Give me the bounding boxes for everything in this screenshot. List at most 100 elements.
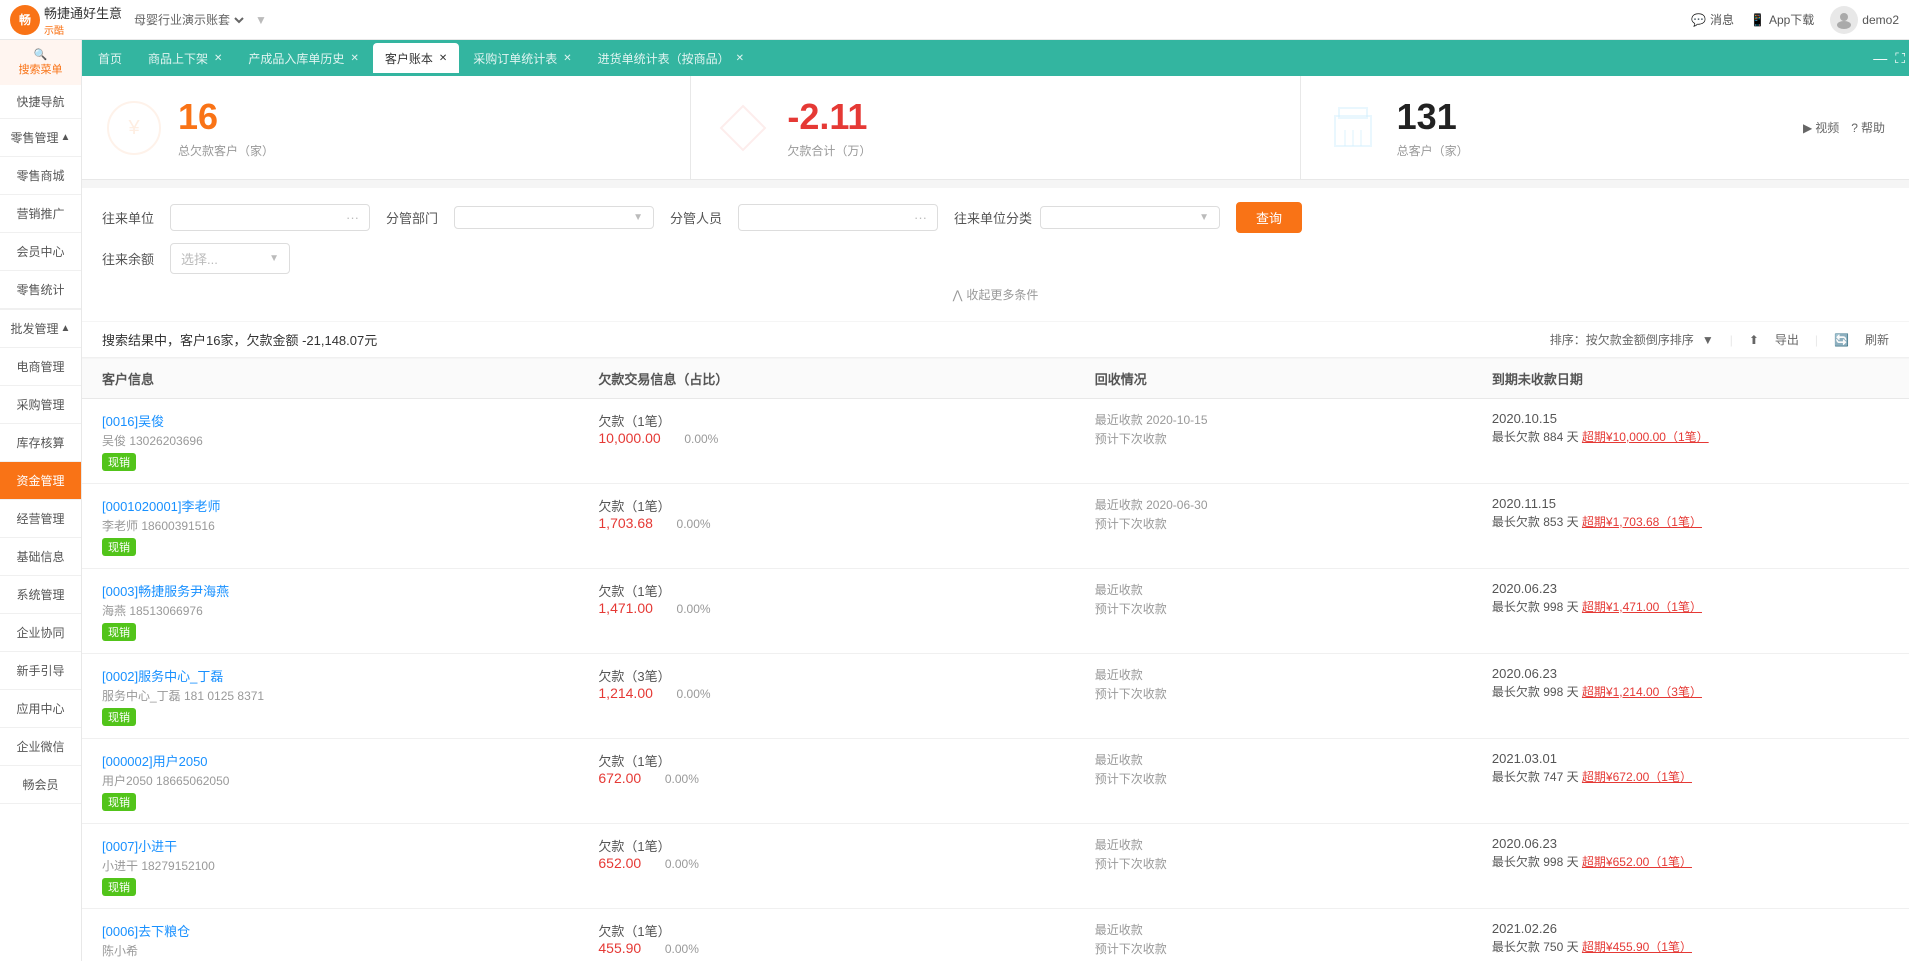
due-date: 2020.06.23 — [1492, 581, 1889, 596]
sidebar-item-inventory[interactable]: 库存核算 — [0, 424, 81, 462]
export-label[interactable]: 导出 — [1775, 331, 1799, 348]
recover-cell: 最近收款 预计下次收款 — [1095, 921, 1492, 957]
customer-name-link[interactable]: [0007]小进干 — [102, 839, 177, 854]
stats-bar: ¥ 16 总欠款客户（家） -2.11 欠款合计（万） — [82, 76, 1909, 180]
quicknav-label[interactable]: 快捷导航 — [0, 85, 81, 118]
filter-balance-label: 往来余额 — [102, 249, 162, 268]
overdue-link[interactable]: 超期¥10,000.00（1笔） — [1582, 430, 1709, 444]
overdue-link[interactable]: 超期¥1,703.68（1笔） — [1582, 515, 1702, 529]
sidebar-item-retail-mall[interactable]: 零售商城 — [0, 157, 81, 195]
sidebar-item-basic-info[interactable]: 基础信息 — [0, 538, 81, 576]
overdue-link[interactable]: 超期¥455.90（1笔） — [1582, 940, 1692, 954]
tab-inbound-close[interactable]: ✕ — [736, 53, 744, 64]
tab-home[interactable]: 首页 — [86, 43, 134, 73]
batch-arrow: ▲ — [61, 323, 71, 334]
user-area[interactable]: demo2 — [1830, 6, 1899, 34]
customer-tag: 现销 — [102, 453, 136, 471]
table-row: [0016]吴俊 吴俊 13026203696 现销 欠款（1笔） 10,000… — [82, 399, 1909, 484]
debt-cell: 欠款（1笔） 1,703.68 0.00% — [598, 496, 1094, 531]
table-wrap: 客户信息 欠款交易信息（占比） 回收情况 到期未收款日期 [0016]吴俊 吴俊… — [82, 359, 1909, 961]
date-cell: 2020.06.23 最长欠款 998 天 超期¥1,214.00（3笔） — [1492, 666, 1889, 700]
app-label: App下载 — [1769, 11, 1814, 28]
filter-row-2: 往来余额 选择... ▼ — [102, 243, 1889, 274]
overdue-link[interactable]: 超期¥672.00（1笔） — [1582, 770, 1692, 784]
debt-amount-row: 455.90 0.00% — [598, 940, 1094, 956]
tab-produced[interactable]: 产成品入库单历史 ✕ — [236, 43, 370, 73]
tab-inbound-stat[interactable]: 进货单统计表（按商品） ✕ — [586, 43, 756, 73]
stat-card-actions: ▶ 视频 ? 帮助 — [1803, 119, 1885, 136]
sidebar-item-marketing[interactable]: 营销推广 — [0, 195, 81, 233]
customer-cell: [000002]用户2050 用户2050 18665062050 现销 — [102, 751, 598, 811]
sidebar-item-retail-mgmt[interactable]: 零售管理 ▲ — [0, 119, 81, 157]
filter-vendor-input[interactable]: ··· — [170, 204, 370, 231]
due-date: 2020.10.15 — [1492, 411, 1889, 426]
sidebar-item-wechat[interactable]: 企业微信 — [0, 728, 81, 766]
tab-customer-account[interactable]: 客户账本 ✕ — [373, 43, 459, 73]
filter-balance-select[interactable]: 选择... ▼ — [170, 243, 290, 274]
store-expand-icon[interactable]: ▼ — [255, 13, 267, 27]
overdue-link[interactable]: 超期¥1,214.00（3笔） — [1582, 685, 1702, 699]
tab-produced-close[interactable]: ✕ — [350, 53, 358, 64]
store-select[interactable]: 母婴行业演示账套 — [130, 12, 247, 28]
sort-select[interactable]: 排序：按欠款金额倒序排序 ▼ — [1550, 331, 1714, 348]
overdue-link[interactable]: 超期¥1,471.00（1笔） — [1582, 600, 1702, 614]
sidebar-item-corp-collab[interactable]: 企业协同 — [0, 614, 81, 652]
help-btn[interactable]: ? 帮助 — [1851, 119, 1885, 136]
sidebar-item-retail-stat[interactable]: 零售统计 — [0, 271, 81, 309]
recover-date: 最近收款 2020-06-30 — [1095, 496, 1492, 513]
debt-percent: 0.00% — [665, 857, 699, 871]
sidebar-item-batch-mgmt[interactable]: 批发管理 ▲ — [0, 310, 81, 348]
customer-name-link[interactable]: [0016]吴俊 — [102, 414, 164, 429]
sidebar-item-member[interactable]: 会员中心 — [0, 233, 81, 271]
divider-1: | — [1730, 333, 1733, 347]
video-btn[interactable]: ▶ 视频 — [1803, 119, 1839, 136]
tab-purchase-close[interactable]: ✕ — [563, 53, 571, 64]
tab-minimize-icon[interactable]: — — [1873, 50, 1887, 66]
sidebar-item-system[interactable]: 系统管理 — [0, 576, 81, 614]
search-icon: 🔍 — [34, 49, 48, 61]
filter-person-dots: ··· — [914, 210, 927, 225]
debt-percent: 0.00% — [677, 517, 711, 531]
sidebar-item-operations[interactable]: 经营管理 — [0, 500, 81, 538]
filter-vendor-class-select[interactable]: ▼ — [1040, 206, 1220, 229]
filter-area: 往来单位 ··· 分管部门 ▼ — [82, 188, 1909, 321]
logo-text: 畅捷通好生意 — [44, 3, 122, 22]
top-bar: 畅 畅捷通好生意 示酷 母婴行业演示账套 ▼ 💬 消息 📱 App下载 demo… — [0, 0, 1909, 40]
tab-maximize-icon[interactable]: ⛶ — [1895, 50, 1905, 67]
stat-number-amount: -2.11 — [787, 96, 871, 138]
date-cell: 2020.11.15 最长欠款 853 天 超期¥1,703.68（1笔） — [1492, 496, 1889, 530]
recover-cell: 最近收款 2020-10-15 预计下次收款 — [1095, 411, 1492, 447]
customer-name-link[interactable]: [0003]畅捷服务尹海燕 — [102, 584, 229, 599]
tab-products-close[interactable]: ✕ — [214, 53, 222, 64]
customer-name-link[interactable]: [0006]去下粮仓 — [102, 924, 190, 939]
customer-name-link[interactable]: [0001020001]李老师 — [102, 499, 221, 514]
refresh-label[interactable]: 刷新 — [1865, 331, 1889, 348]
overdue-link[interactable]: 超期¥652.00（1笔） — [1582, 855, 1692, 869]
message-btn[interactable]: 💬 消息 — [1691, 11, 1734, 28]
app-download-btn[interactable]: 📱 App下载 — [1750, 11, 1814, 28]
help-icon: ? — [1851, 121, 1858, 135]
sidebar-item-newbie[interactable]: 新手引导 — [0, 652, 81, 690]
tab-products[interactable]: 商品上下架 ✕ — [136, 43, 234, 73]
sidebar-item-app-center[interactable]: 应用中心 — [0, 690, 81, 728]
result-actions: 排序：按欠款金额倒序排序 ▼ | ⬆ 导出 | 🔄 刷新 — [1550, 331, 1889, 348]
customer-contact: 吴俊 13026203696 — [102, 432, 598, 449]
search-menu-btn[interactable]: 🔍 搜索菜单 — [0, 40, 81, 85]
customer-name-link[interactable]: [0002]服务中心_丁磊 — [102, 669, 223, 684]
sidebar-item-ecommerce[interactable]: 电商管理 — [0, 348, 81, 386]
top-bar-right: 💬 消息 📱 App下载 demo2 — [1691, 6, 1899, 34]
filter-person-input[interactable]: ··· — [738, 204, 938, 231]
export-icon: ⬆ — [1749, 333, 1759, 347]
tab-purchase-order[interactable]: 采购订单统计表 ✕ — [461, 43, 583, 73]
tab-produced-label: 产成品入库单历史 — [248, 50, 344, 67]
sidebar-item-changhui[interactable]: 畅会员 — [0, 766, 81, 804]
query-button[interactable]: 查询 — [1236, 202, 1302, 233]
sidebar-item-finance[interactable]: 资金管理 — [0, 462, 81, 500]
recover-next: 预计下次收款 — [1095, 600, 1492, 617]
debt-cell: 欠款（1笔） 1,471.00 0.00% — [598, 581, 1094, 616]
collapse-btn[interactable]: ⋀ 收起更多条件 — [102, 282, 1889, 307]
filter-dept-select[interactable]: ▼ — [454, 206, 654, 229]
sidebar-item-purchase[interactable]: 采购管理 — [0, 386, 81, 424]
customer-name-link[interactable]: [000002]用户2050 — [102, 754, 208, 769]
tab-customer-close[interactable]: ✕ — [439, 53, 447, 64]
